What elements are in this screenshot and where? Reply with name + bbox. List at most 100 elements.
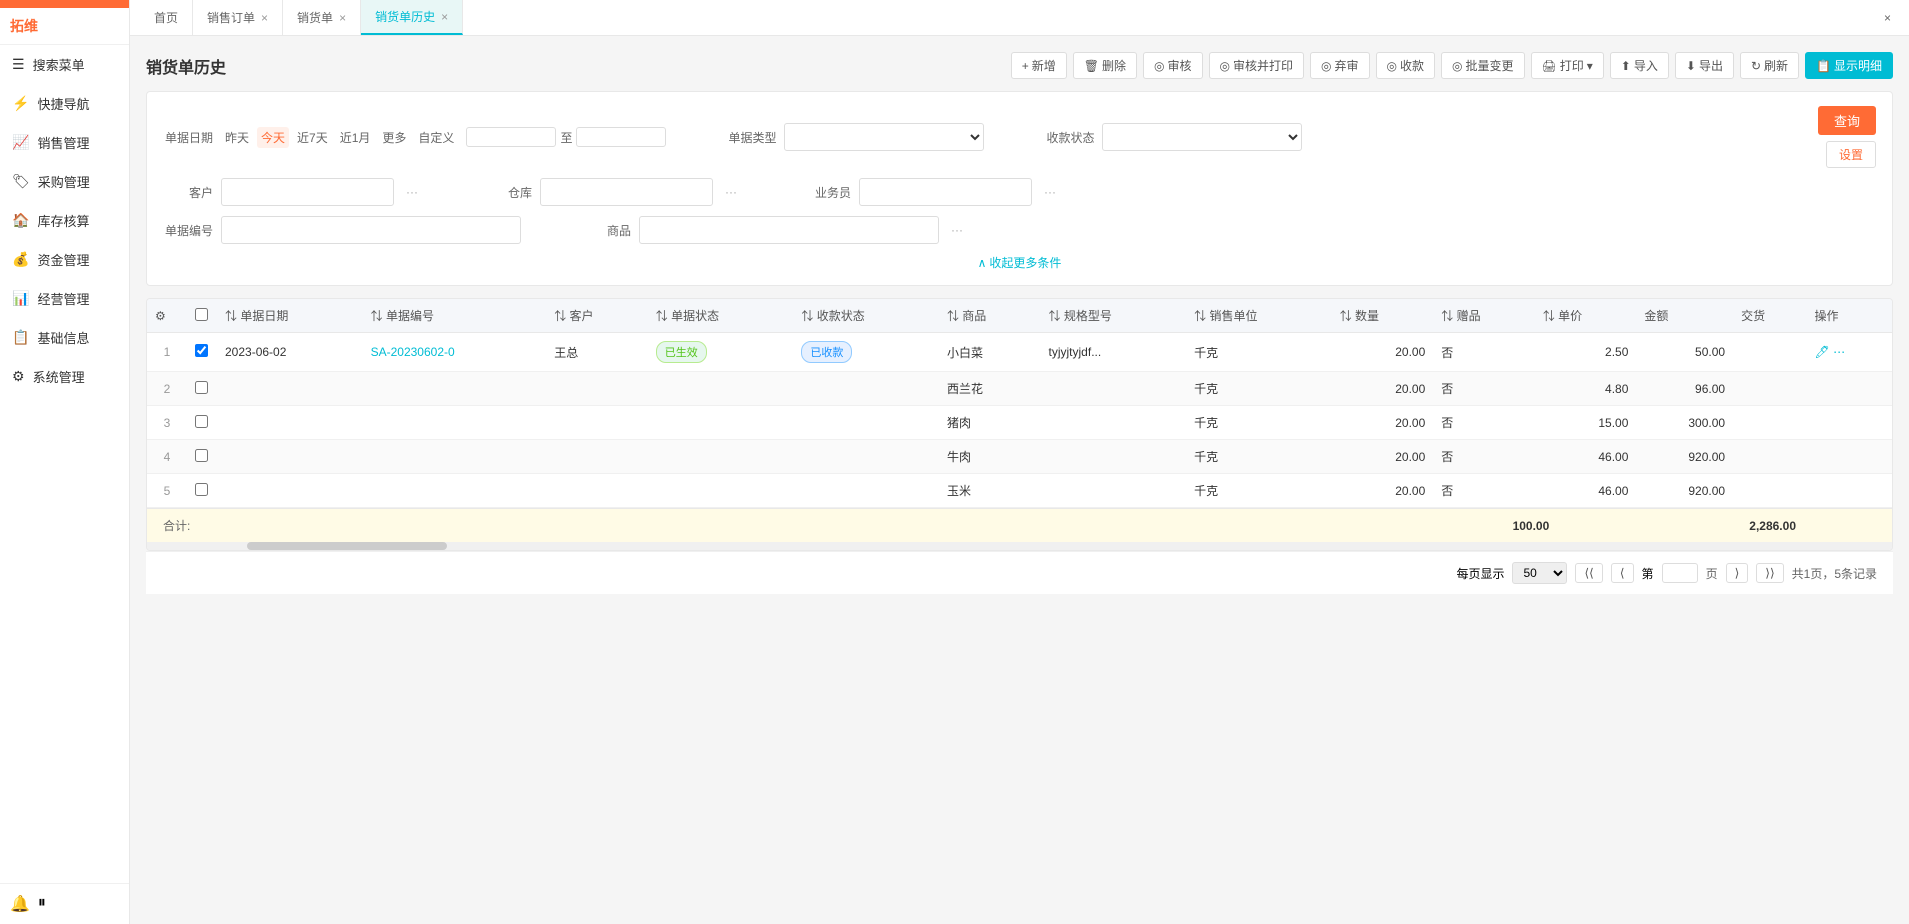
doc-type-select[interactable] [784,123,984,151]
shortcut-7days[interactable]: 近7天 [293,127,332,148]
delete-button[interactable]: 🗑 删除 [1073,52,1137,79]
row-check[interactable] [187,372,217,406]
sort-icon[interactable]: ⇅ [1194,309,1206,323]
collect-status-select[interactable] [1102,123,1302,151]
sidebar-item-sales-mgmt[interactable]: 📈 销售管理 [0,123,129,162]
sort-icon[interactable]: ⇅ [225,309,237,323]
shortcut-more[interactable]: 更多 [378,127,410,148]
row-price: 15.00 [1535,406,1637,440]
tab-home[interactable]: 首页 [140,0,193,35]
goods-picker-btn[interactable]: ··· [947,223,967,237]
filter-warehouse: 仓库 ··· [482,178,741,206]
query-button[interactable]: 查询 [1818,106,1876,135]
row-check[interactable] [187,474,217,508]
refresh-button[interactable]: ↻ 刷新 [1740,52,1799,79]
table-row: 2西兰花千克20.00否4.8096.00 [147,372,1892,406]
salesperson-picker-btn[interactable]: ··· [1040,185,1060,199]
export-button[interactable]: ⬇ 导出 [1675,52,1734,79]
footer-label: 合计: [163,517,190,534]
row-checkbox[interactable] [195,344,208,357]
sort-icon[interactable]: ⇅ [801,309,813,323]
shortcut-yesterday[interactable]: 昨天 [221,127,253,148]
plus-icon: + [1022,59,1029,73]
row-actions: 🖊 ⋯ [1806,333,1892,372]
sort-icon[interactable]: ⇅ [1049,309,1061,323]
doc-no-link[interactable]: SA-20230602-0 [371,345,455,359]
sort-icon[interactable]: ⇅ [1340,309,1352,323]
goods-input[interactable] [639,216,939,244]
batch-change-button[interactable]: ◎ 批量变更 [1441,52,1525,79]
row-check[interactable] [187,333,217,372]
sidebar-item-quick-nav[interactable]: ⚡ 快捷导航 [0,84,129,123]
tab-sales-history[interactable]: 销货单历史 × [361,0,463,35]
show-detail-button[interactable]: 📋 显示明细 [1805,52,1893,79]
collapse-button[interactable]: ∧ 收起更多条件 [978,254,1062,271]
close-icon[interactable]: × [339,11,346,25]
tab-sales-order[interactable]: 销售订单 × [193,0,283,35]
warehouse-picker-btn[interactable]: ··· [721,185,741,199]
sort-icon[interactable]: ⇅ [947,309,959,323]
warehouse-input[interactable] [540,178,713,206]
sidebar-item-purchase-mgmt[interactable]: 🏷 采购管理 [0,162,129,201]
row-checkbox[interactable] [195,449,208,462]
date-from-input[interactable]: 2023-06-02 [466,127,556,147]
sidebar-item-search-menu[interactable]: ☰ 搜索菜单 [0,45,129,84]
sidebar-item-finance-mgmt[interactable]: 💰 资金管理 [0,240,129,279]
sidebar-item-sys-mgmt[interactable]: ⚙ 系统管理 [0,357,129,396]
print-button[interactable]: 🖨 打印 ▾ [1531,52,1604,79]
close-all-tabs[interactable]: × [1876,11,1899,25]
row-checkbox[interactable] [195,415,208,428]
shortcut-custom[interactable]: 自定义 [414,127,458,148]
horizontal-scrollbar[interactable] [147,542,1892,550]
close-icon[interactable]: × [261,11,268,25]
sidebar-item-inventory[interactable]: 🏠 库存核算 [0,201,129,240]
salesperson-input[interactable] [859,178,1032,206]
gear-icon[interactable]: ⚙ [155,309,166,323]
row-check[interactable] [187,406,217,440]
collect-button[interactable]: ◎ 收款 [1376,52,1436,79]
import-button[interactable]: ⬆ 导入 [1610,52,1669,79]
row-doc-status: 已生效 [648,333,794,372]
shortcut-1month[interactable]: 近1月 [336,127,375,148]
sidebar-item-ops-mgmt[interactable]: 📊 经营管理 [0,279,129,318]
page-size-select[interactable]: 50 10 20 100 [1512,562,1567,584]
last-page-button[interactable]: ⟩⟩ [1756,563,1783,583]
sys-mgmt-icon: ⚙ [12,368,25,385]
sort-icon[interactable]: ⇅ [371,309,383,323]
refresh-icon: ↻ [1751,59,1761,73]
scrollbar-thumb[interactable] [247,542,447,550]
settings-button[interactable]: 设置 [1826,141,1876,168]
prev-page-button[interactable]: ⟨ [1611,563,1634,583]
close-icon[interactable]: × [441,10,448,24]
customer-input[interactable] [221,178,394,206]
abandon-button[interactable]: ◎ 弃审 [1310,52,1370,79]
page-label: 第 [1642,565,1654,582]
tab-sales-delivery[interactable]: 销货单 × [283,0,361,35]
audit-print-button[interactable]: ◎ 审核并打印 [1209,52,1305,79]
pause-icon[interactable]: ⏸ [38,894,46,914]
page-number-input[interactable]: 1 [1662,563,1698,583]
row-num: 1 [147,333,187,372]
new-button[interactable]: + 新增 [1011,52,1067,79]
sort-icon[interactable]: ⇅ [554,309,566,323]
first-page-button[interactable]: ⟨⟨ [1575,563,1602,583]
sort-icon[interactable]: ⇅ [656,309,668,323]
notification-icon[interactable]: 🔔 [10,894,30,914]
date-to-input[interactable]: 2023-06-02 [576,127,666,147]
audit-button[interactable]: ◎ 审核 [1143,52,1203,79]
row-checkbox[interactable] [195,483,208,496]
customer-picker-btn[interactable]: ··· [402,185,422,199]
next-page-button[interactable]: ⟩ [1726,563,1749,583]
row-check[interactable] [187,440,217,474]
shortcut-today[interactable]: 今天 [257,127,289,148]
sidebar-item-basic-info[interactable]: 📋 基础信息 [0,318,129,357]
tab-label: 销货单历史 [375,8,435,25]
edit-action-link[interactable]: 🖊 [1814,345,1829,359]
sort-icon[interactable]: ⇅ [1543,309,1555,323]
col-action: 操作 [1806,299,1892,333]
more-action-link[interactable]: ⋯ [1833,345,1845,359]
select-all-checkbox[interactable] [195,308,208,321]
row-checkbox[interactable] [195,381,208,394]
doc-no-input[interactable] [221,216,521,244]
sort-icon[interactable]: ⇅ [1441,309,1453,323]
